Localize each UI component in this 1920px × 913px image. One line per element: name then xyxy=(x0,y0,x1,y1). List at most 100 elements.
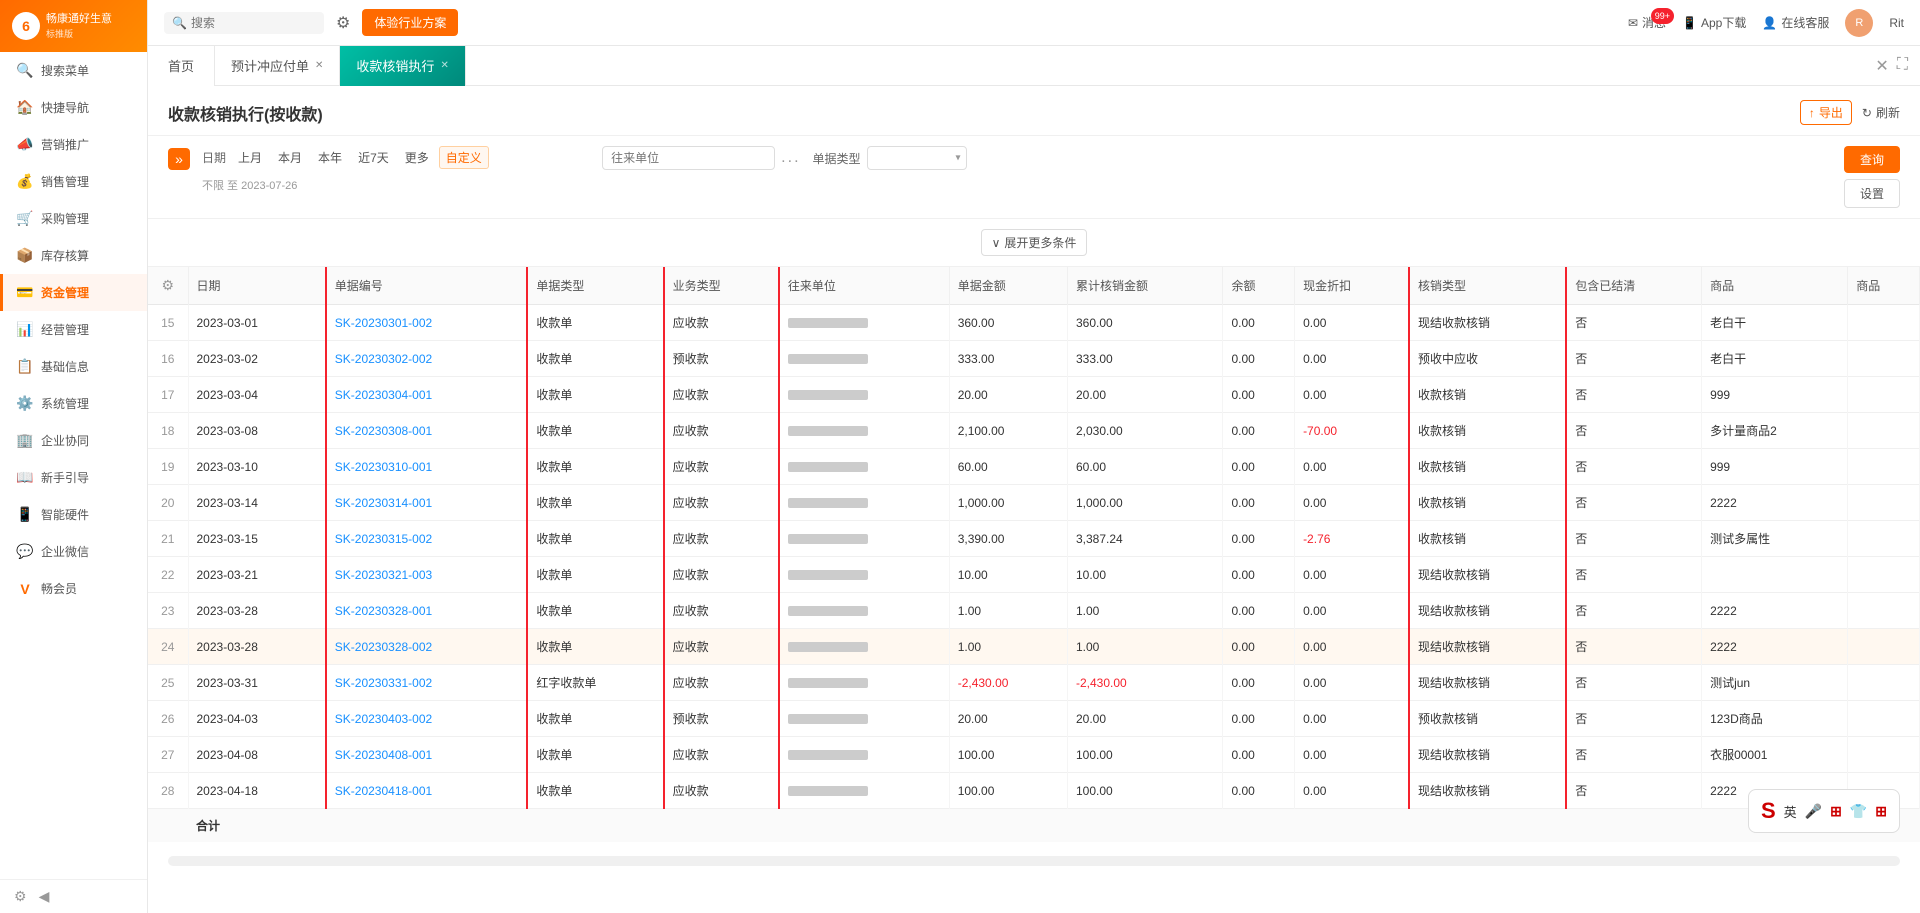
cell-biz-type: 预收款 xyxy=(664,701,779,737)
sidebar-item-finance[interactable]: 💳 资金管理 xyxy=(0,274,147,311)
cell-balance: 0.00 xyxy=(1223,413,1295,449)
marketing-icon: 📣 xyxy=(17,137,33,153)
sidebar-item-basic[interactable]: 📋 基础信息 xyxy=(0,348,147,385)
refresh-label: 刷新 xyxy=(1876,104,1900,121)
date-custom-button[interactable]: 自定义 xyxy=(439,146,489,169)
tab-close-icon[interactable]: ✕ xyxy=(315,60,323,71)
header-search-box[interactable]: 🔍 xyxy=(164,12,324,34)
table-header-row: ⚙ 日期 单据编号 单据类型 业务类型 往来单位 单据金额 累计核销金额 余额 … xyxy=(148,267,1920,305)
filter-actions-col: 查询 设置 xyxy=(1844,146,1900,208)
cell-no: 28 xyxy=(148,773,188,809)
bill-no-link[interactable]: SK-20230418-001 xyxy=(335,784,432,798)
date-btn-7days[interactable]: 近7天 xyxy=(352,147,395,168)
watermark-mic-icon: 🎤 xyxy=(1805,803,1822,820)
export-button[interactable]: ↑ 导出 xyxy=(1800,100,1852,125)
bill-no-link[interactable]: SK-20230315-002 xyxy=(335,532,432,546)
sidebar-item-label: 经营管理 xyxy=(41,321,89,338)
tab-shoukuan[interactable]: 收款核销执行 ✕ xyxy=(340,46,465,86)
sidebar-item-nav[interactable]: 🏠 快捷导航 xyxy=(0,89,147,126)
filter-toggle-button[interactable]: » xyxy=(168,148,190,170)
tab-home[interactable]: 首页 xyxy=(148,46,215,86)
cell-cash-disc: 0.00 xyxy=(1295,341,1409,377)
query-button[interactable]: 查询 xyxy=(1844,146,1900,173)
bill-no-link[interactable]: SK-20230301-002 xyxy=(335,316,432,330)
tab-close-all-icon[interactable]: ✕ xyxy=(1875,56,1888,76)
watermark-widget: S 英 🎤 ⊞ 👕 ⊞ xyxy=(1748,789,1900,833)
filter-settings-button[interactable]: 设置 xyxy=(1844,179,1900,208)
table-row: 21 2023-03-15 SK-20230315-002 收款单 应收款 3,… xyxy=(148,521,1920,557)
cell-cancel-type: 收款核销 xyxy=(1409,485,1566,521)
date-btn-more[interactable]: 更多 xyxy=(399,147,435,168)
tab-close-icon[interactable]: ✕ xyxy=(440,60,448,71)
solution-button[interactable]: 体验行业方案 xyxy=(362,9,458,36)
col-header-included: 包含已结清 xyxy=(1566,267,1701,305)
cell-date: 2023-03-02 xyxy=(188,341,326,377)
tab-yufudan[interactable]: 预计冲应付单 ✕ xyxy=(215,46,340,86)
col-header-date: 日期 xyxy=(188,267,326,305)
bill-no-link[interactable]: SK-20230314-001 xyxy=(335,496,432,510)
sidebar-item-marketing[interactable]: 📣 营销推广 xyxy=(0,126,147,163)
message-button[interactable]: ✉ 消息 99+ xyxy=(1628,14,1666,31)
sidebar-item-guide[interactable]: 📖 新手引导 xyxy=(0,459,147,496)
sidebar-item-label: 系统管理 xyxy=(41,395,89,412)
sidebar-item-inventory[interactable]: 📦 库存核算 xyxy=(0,237,147,274)
cell-goods1: 999 xyxy=(1702,449,1848,485)
more-options-icon[interactable]: ... xyxy=(781,149,800,167)
search-input[interactable] xyxy=(191,16,291,30)
horizontal-scrollbar[interactable] xyxy=(168,856,1900,866)
refresh-button[interactable]: ↻ 刷新 xyxy=(1862,100,1900,125)
bill-no-link[interactable]: SK-20230328-002 xyxy=(335,640,432,654)
voucher-type-select-wrap[interactable] xyxy=(867,146,967,170)
bill-no-link[interactable]: SK-20230321-003 xyxy=(335,568,432,582)
sidebar-item-system[interactable]: ⚙️ 系统管理 xyxy=(0,385,147,422)
cell-biz-type: 应收款 xyxy=(664,773,779,809)
bill-no-link[interactable]: SK-20230302-002 xyxy=(335,352,432,366)
app-icon: 📱 xyxy=(1682,16,1697,30)
cell-goods1: 2222 xyxy=(1702,593,1848,629)
sidebar-item-search[interactable]: 🔍 搜索菜单 xyxy=(0,52,147,89)
settings-bottom-icon[interactable]: ⚙ xyxy=(14,888,27,905)
cell-bill-no: SK-20230418-001 xyxy=(326,773,528,809)
sidebar-item-wechat[interactable]: 💬 企业微信 xyxy=(0,533,147,570)
cell-bill-type: 收款单 xyxy=(527,557,663,593)
sidebar-item-hardware[interactable]: 📱 智能硬件 xyxy=(0,496,147,533)
bill-no-link[interactable]: SK-20230310-001 xyxy=(335,460,432,474)
tab-maximize-icon[interactable]: ⛶ xyxy=(1897,56,1908,76)
cell-cancel-type: 现结收款核销 xyxy=(1409,629,1566,665)
sidebar-item-operation[interactable]: 📊 经营管理 xyxy=(0,311,147,348)
cell-amount: 1.00 xyxy=(949,593,1067,629)
filter-bar: » 日期 上月 本月 本年 近7天 更多 自定义 不限 至 2023-07-26 xyxy=(148,136,1920,219)
message-icon: ✉ xyxy=(1628,16,1638,30)
cell-cancel-type: 收款核销 xyxy=(1409,413,1566,449)
online-service-button[interactable]: 👤 在线客服 xyxy=(1762,14,1829,31)
bill-no-link[interactable]: SK-20230403-002 xyxy=(335,712,432,726)
bill-no-link[interactable]: SK-20230304-001 xyxy=(335,388,432,402)
sidebar-item-corp[interactable]: 🏢 企业协同 xyxy=(0,422,147,459)
collapse-icon[interactable]: ◀ xyxy=(39,888,50,905)
bill-no-link[interactable]: SK-20230408-001 xyxy=(335,748,432,762)
finance-icon: 💳 xyxy=(17,285,33,301)
logo-area: 6 畅康通好生意 标推版 xyxy=(0,0,147,52)
cell-balance: 0.00 xyxy=(1223,557,1295,593)
voucher-type-select[interactable] xyxy=(867,146,967,170)
expand-conditions-button[interactable]: ∨ 展开更多条件 xyxy=(981,229,1088,256)
cell-cancel-type: 预收中应收 xyxy=(1409,341,1566,377)
sidebar-item-purchase[interactable]: 🛒 采购管理 xyxy=(0,200,147,237)
column-settings-icon[interactable]: ⚙ xyxy=(161,277,174,293)
col-header-biz-type: 业务类型 xyxy=(664,267,779,305)
date-filter-group: 日期 上月 本月 本年 近7天 更多 自定义 不限 至 2023-07-26 xyxy=(202,146,590,193)
date-btn-this-month[interactable]: 本月 xyxy=(272,147,308,168)
bill-no-link[interactable]: SK-20230331-002 xyxy=(335,676,432,690)
sidebar-item-member[interactable]: V 畅会员 xyxy=(0,570,147,607)
date-btn-this-year[interactable]: 本年 xyxy=(312,147,348,168)
cell-included: 否 xyxy=(1566,341,1701,377)
app-download-button[interactable]: 📱 App下载 xyxy=(1682,14,1746,31)
cell-bill-type: 收款单 xyxy=(527,773,663,809)
bill-no-link[interactable]: SK-20230308-001 xyxy=(335,424,432,438)
user-avatar[interactable]: R xyxy=(1845,9,1873,37)
date-btn-last-month[interactable]: 上月 xyxy=(232,147,268,168)
gear-icon[interactable]: ⚙ xyxy=(336,13,350,33)
bill-no-link[interactable]: SK-20230328-001 xyxy=(335,604,432,618)
counterpart-input[interactable] xyxy=(602,146,775,170)
sidebar-item-sales[interactable]: 💰 销售管理 xyxy=(0,163,147,200)
